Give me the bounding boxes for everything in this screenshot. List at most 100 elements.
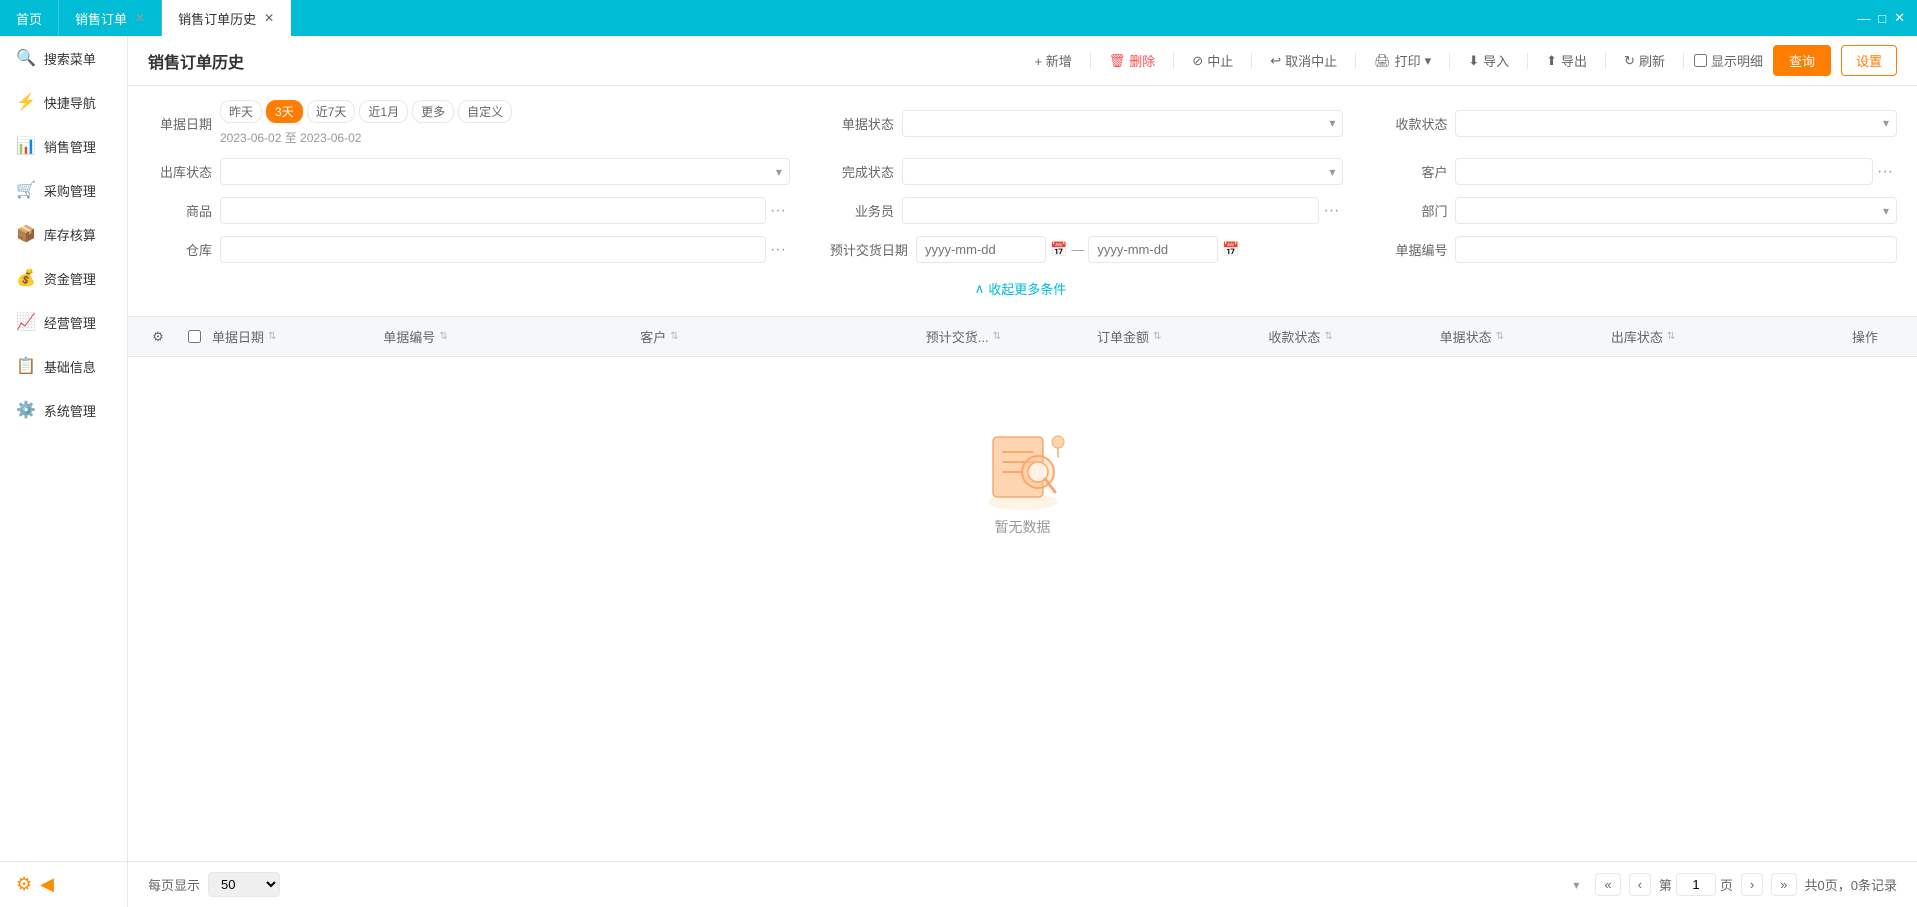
- close-btn[interactable]: ✕: [1894, 10, 1905, 26]
- display-detail-input[interactable]: [1694, 54, 1707, 67]
- filter-doc-status: 单据状态: [830, 110, 1344, 137]
- new-button[interactable]: + 新增: [1027, 47, 1080, 74]
- sidebar-collapse-icon[interactable]: ◀: [40, 874, 54, 895]
- quick-nav-icon: ⚡: [16, 92, 36, 112]
- divider: [1090, 53, 1091, 69]
- sort-icon-doc-status[interactable]: ⇅: [1496, 332, 1504, 342]
- next-page-btn[interactable]: ›: [1741, 873, 1763, 896]
- date-btn-3days[interactable]: 3天: [266, 100, 303, 123]
- date-btn-custom[interactable]: 自定义: [458, 100, 512, 123]
- warehouse-ellipsis[interactable]: ···: [766, 241, 790, 259]
- page-size-wrapper: 20 50 100: [208, 872, 1587, 897]
- sidebar-item-system[interactable]: ⚙️ 系统管理: [0, 388, 127, 432]
- warehouse-input[interactable]: [220, 236, 766, 263]
- page-title: 销售订单历史: [148, 49, 244, 73]
- maximize-btn[interactable]: □: [1878, 11, 1886, 26]
- date-btn-more[interactable]: 更多: [412, 100, 454, 123]
- cancel-stop-button[interactable]: ↩ 取消中止: [1262, 47, 1345, 74]
- page-size-select[interactable]: 20 50 100: [208, 872, 280, 897]
- minimize-btn[interactable]: —: [1857, 11, 1870, 26]
- filter-doc-date: 单据日期 昨天 3天 近7天 近1月 更多 自定义 2023-06-02: [148, 100, 790, 146]
- close-sales-order-tab[interactable]: ✕: [135, 11, 145, 25]
- filter-salesperson-label: 业务员: [830, 201, 902, 220]
- settings-icon[interactable]: ⚙: [152, 329, 164, 345]
- date-btn-yesterday[interactable]: 昨天: [220, 100, 262, 123]
- sort-icon-out-status[interactable]: ⇅: [1667, 332, 1675, 342]
- filter-warehouse-label: 仓库: [148, 240, 220, 259]
- col-delivery: 预计交货... ⇅: [926, 327, 1097, 346]
- completion-status-select[interactable]: [902, 158, 1344, 185]
- display-detail-checkbox[interactable]: 显示明细: [1694, 51, 1763, 70]
- window-controls: — □ ✕: [1857, 10, 1917, 26]
- col-amount: 订单金额 ⇅: [1097, 327, 1268, 346]
- salesperson-input[interactable]: [902, 197, 1320, 224]
- department-select[interactable]: [1455, 197, 1897, 224]
- expected-delivery-end-icon[interactable]: 📅: [1222, 241, 1239, 258]
- import-button[interactable]: ⬇ 导入: [1460, 47, 1517, 74]
- filter-doc-no-label: 单据编号: [1383, 240, 1455, 259]
- goods-input[interactable]: [220, 197, 766, 224]
- stop-button[interactable]: ⊘ 中止: [1184, 47, 1241, 74]
- sort-icon-date[interactable]: ⇅: [268, 332, 276, 342]
- page-size-label: 每页显示: [148, 875, 200, 894]
- customer-ellipsis[interactable]: ···: [1873, 163, 1897, 181]
- doc-status-select-wrapper: [902, 110, 1344, 137]
- close-sales-order-history-tab[interactable]: ✕: [264, 11, 274, 25]
- sidebar-item-operations[interactable]: 📈 经营管理: [0, 300, 127, 344]
- collapse-link[interactable]: ∧ 收起更多条件: [148, 275, 1897, 302]
- expected-delivery-end[interactable]: [1088, 236, 1218, 263]
- sort-icon-customer[interactable]: ⇅: [670, 332, 678, 342]
- pagination: 每页显示 20 50 100 « ‹ 第 页 › » 共0页，0条记录: [128, 861, 1917, 907]
- delete-button[interactable]: 🗑 删除: [1101, 47, 1164, 74]
- sort-icon-pay-status[interactable]: ⇅: [1324, 332, 1332, 342]
- tab-sales-order[interactable]: 销售订单 ✕: [59, 0, 162, 36]
- expected-delivery-start[interactable]: [916, 236, 1046, 263]
- first-page-btn[interactable]: «: [1595, 873, 1620, 896]
- page-info: 第 页: [1659, 873, 1733, 896]
- refresh-button[interactable]: ↻ 刷新: [1616, 47, 1673, 74]
- prev-page-btn[interactable]: ‹: [1629, 873, 1651, 896]
- sidebar-item-sales[interactable]: 📊 销售管理: [0, 124, 127, 168]
- goods-ellipsis[interactable]: ···: [766, 202, 790, 220]
- col-settings[interactable]: ⚙: [140, 329, 176, 345]
- last-page-btn[interactable]: »: [1771, 873, 1796, 896]
- filter-doc-date-label: 单据日期: [148, 114, 220, 133]
- sidebar-item-finance[interactable]: 💰 资金管理: [0, 256, 127, 300]
- filter-doc-no: 单据编号: [1383, 236, 1897, 263]
- divider7: [1605, 53, 1606, 69]
- sidebar-item-quick-nav[interactable]: ⚡ 快捷导航: [0, 80, 127, 124]
- sidebar-item-search[interactable]: 🔍 搜索菜单: [0, 36, 127, 80]
- inventory-icon: 📦: [16, 224, 36, 244]
- query-button[interactable]: 查询: [1773, 45, 1831, 76]
- page-number-input[interactable]: [1676, 873, 1716, 896]
- print-button[interactable]: 🖨 打印 ▾: [1366, 47, 1439, 74]
- sidebar-item-inventory[interactable]: 📦 库存核算: [0, 212, 127, 256]
- settings-button[interactable]: 设置: [1841, 45, 1897, 76]
- tab-home[interactable]: 首页: [0, 0, 59, 36]
- date-btn-7days[interactable]: 近7天: [307, 100, 356, 123]
- doc-status-select[interactable]: [902, 110, 1344, 137]
- system-icon: ⚙️: [16, 400, 36, 420]
- sidebar-settings-icon[interactable]: ⚙: [16, 874, 32, 895]
- sort-icon-amount[interactable]: ⇅: [1153, 332, 1161, 342]
- sidebar-bottom: ⚙ ◀: [0, 861, 127, 907]
- payment-status-select[interactable]: [1455, 110, 1897, 137]
- customer-input[interactable]: [1455, 158, 1873, 185]
- outbound-status-select[interactable]: [220, 158, 790, 185]
- salesperson-ellipsis[interactable]: ···: [1319, 202, 1343, 220]
- sort-icon-no[interactable]: ⇅: [439, 332, 447, 342]
- date-btn-1month[interactable]: 近1月: [359, 100, 408, 123]
- tab-sales-order-history[interactable]: 销售订单历史 ✕: [162, 0, 291, 36]
- filter-payment-status: 收款状态: [1383, 110, 1897, 137]
- filter-customer-label: 客户: [1383, 162, 1455, 181]
- export-button[interactable]: ⬆ 导出: [1538, 47, 1595, 74]
- doc-no-input[interactable]: [1455, 236, 1897, 263]
- select-all-checkbox[interactable]: [188, 330, 201, 343]
- filter-area: 单据日期 昨天 3天 近7天 近1月 更多 自定义 2023-06-02: [128, 86, 1917, 317]
- sidebar-item-purchase[interactable]: 🛒 采购管理: [0, 168, 127, 212]
- filter-doc-status-label: 单据状态: [830, 114, 902, 133]
- sidebar-item-basic-info[interactable]: 📋 基础信息: [0, 344, 127, 388]
- expected-delivery-start-icon[interactable]: 📅: [1050, 241, 1067, 258]
- col-check[interactable]: [176, 330, 212, 343]
- sort-icon-delivery[interactable]: ⇅: [993, 332, 1001, 342]
